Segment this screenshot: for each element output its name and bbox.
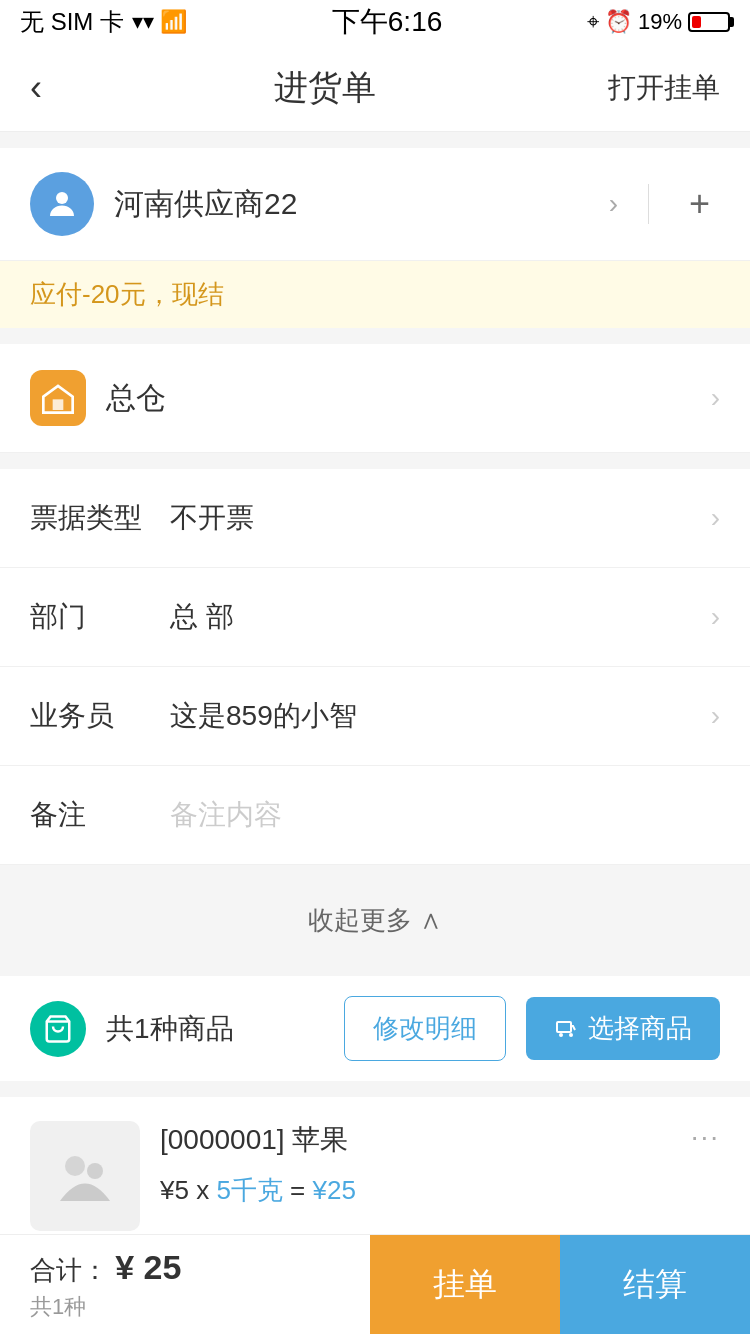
department-chevron-icon: › xyxy=(711,601,720,633)
nav-bar: ‹ 进货单 打开挂单 xyxy=(0,44,750,132)
salesman-chevron-icon: › xyxy=(711,700,720,732)
payment-notice: 应付-20元，现结 xyxy=(0,261,750,328)
supplier-chevron-icon: › xyxy=(609,188,618,220)
product-more-button[interactable]: ··· xyxy=(691,1121,720,1153)
product-card: [0000001] 苹果 ¥5 x 5千克 = ¥25 ··· xyxy=(0,1097,750,1255)
warehouse-icon xyxy=(42,382,74,414)
product-total: ¥25 xyxy=(313,1175,356,1205)
add-button[interactable]: + xyxy=(679,183,720,225)
warehouse-icon-wrap xyxy=(30,370,86,426)
product-price: ¥5 x 5千克 = ¥25 xyxy=(160,1173,671,1208)
department-value: 总 部 xyxy=(170,598,711,636)
product-cart-icon-wrap xyxy=(30,1001,86,1057)
supplier-section: 河南供应商22 › + 应付-20元，现结 xyxy=(0,148,750,328)
footer: 合计： ¥ 25 共1种 挂单 结算 xyxy=(0,1234,750,1334)
footer-total: 合计： ¥ 25 共1种 xyxy=(0,1235,370,1334)
product-header: 共1种商品 修改明细 选择商品 xyxy=(0,976,750,1081)
divider xyxy=(648,184,649,224)
product-name: [0000001] 苹果 xyxy=(160,1121,671,1159)
salesman-value: 这是859的小智 xyxy=(170,697,711,735)
remark-label: 备注 xyxy=(30,796,170,834)
supplier-avatar xyxy=(30,172,94,236)
back-button[interactable]: ‹ xyxy=(30,67,42,109)
warehouse-section: 总仓 › xyxy=(0,344,750,453)
suspend-button[interactable]: 挂单 xyxy=(370,1235,560,1334)
svg-point-4 xyxy=(559,1033,563,1037)
person-icon xyxy=(44,186,80,222)
svg-point-5 xyxy=(569,1033,573,1037)
product-placeholder-icon xyxy=(55,1146,115,1206)
product-thumbnail xyxy=(30,1121,140,1231)
checkout-button[interactable]: 结算 xyxy=(560,1235,750,1334)
collapse-bar[interactable]: 收起更多 ∧ xyxy=(0,881,750,960)
invoice-label: 票据类型 xyxy=(30,499,170,537)
svg-rect-1 xyxy=(53,399,64,410)
warehouse-row[interactable]: 总仓 › xyxy=(0,344,750,453)
product-count-label: 共1种商品 xyxy=(106,1010,324,1048)
form-section: 票据类型 不开票 › 部门 总 部 › 业务员 这是859的小智 › 备注 备注… xyxy=(0,469,750,865)
invoice-row[interactable]: 票据类型 不开票 › xyxy=(0,469,750,568)
edit-detail-button[interactable]: 修改明细 xyxy=(344,996,506,1061)
salesman-label: 业务员 xyxy=(30,697,170,735)
page-title: 进货单 xyxy=(274,65,376,111)
product-equals: = xyxy=(290,1175,312,1205)
cart-icon xyxy=(43,1014,73,1044)
wifi-icon: ▾▾ 📶 xyxy=(132,9,187,35)
supplier-row[interactable]: 河南供应商22 › + xyxy=(0,148,750,261)
sim-label: 无 SIM 卡 xyxy=(20,6,124,38)
product-code: [0000001] xyxy=(160,1124,285,1155)
total-amount: ¥ 25 xyxy=(115,1248,181,1286)
product-unit-price: ¥5 xyxy=(160,1175,189,1205)
invoice-value: 不开票 xyxy=(170,499,711,537)
svg-point-0 xyxy=(56,192,68,204)
status-right: ⌖ ⏰ 19% xyxy=(587,9,730,35)
alarm-icon: ⏰ xyxy=(605,9,632,35)
product-title: 苹果 xyxy=(292,1124,348,1155)
warehouse-chevron-icon: › xyxy=(711,382,720,414)
status-bar: 无 SIM 卡 ▾▾ 📶 下午6:16 ⌖ ⏰ 19% xyxy=(0,0,750,44)
total-main: 合计： ¥ 25 xyxy=(30,1248,340,1288)
department-row[interactable]: 部门 总 部 › xyxy=(0,568,750,667)
svg-point-7 xyxy=(87,1163,103,1179)
warehouse-label: 总仓 xyxy=(106,378,711,419)
battery-percent: 19% xyxy=(638,9,682,35)
remark-input[interactable]: 备注内容 xyxy=(170,796,720,834)
open-pending-button[interactable]: 打开挂单 xyxy=(608,69,720,107)
supplier-name: 河南供应商22 xyxy=(114,184,609,225)
product-info: [0000001] 苹果 ¥5 x 5千克 = ¥25 xyxy=(160,1121,671,1208)
invoice-chevron-icon: › xyxy=(711,502,720,534)
total-label: 合计： xyxy=(30,1255,108,1285)
svg-rect-3 xyxy=(557,1022,571,1032)
remark-row[interactable]: 备注 备注内容 xyxy=(0,766,750,865)
product-header-section: 共1种商品 修改明细 选择商品 xyxy=(0,976,750,1081)
svg-point-6 xyxy=(65,1156,85,1176)
total-sub: 共1种 xyxy=(30,1292,340,1322)
select-product-button[interactable]: 选择商品 xyxy=(526,997,720,1060)
status-time: 下午6:16 xyxy=(332,3,443,41)
product-multiply: x xyxy=(196,1175,216,1205)
select-product-icon xyxy=(554,1017,578,1041)
department-label: 部门 xyxy=(30,598,170,636)
salesman-row[interactable]: 业务员 这是859的小智 › xyxy=(0,667,750,766)
status-left: 无 SIM 卡 ▾▾ 📶 xyxy=(20,6,187,38)
product-qty: 5千克 xyxy=(216,1175,282,1205)
location-icon: ⌖ xyxy=(587,9,599,35)
battery-icon xyxy=(688,12,730,32)
